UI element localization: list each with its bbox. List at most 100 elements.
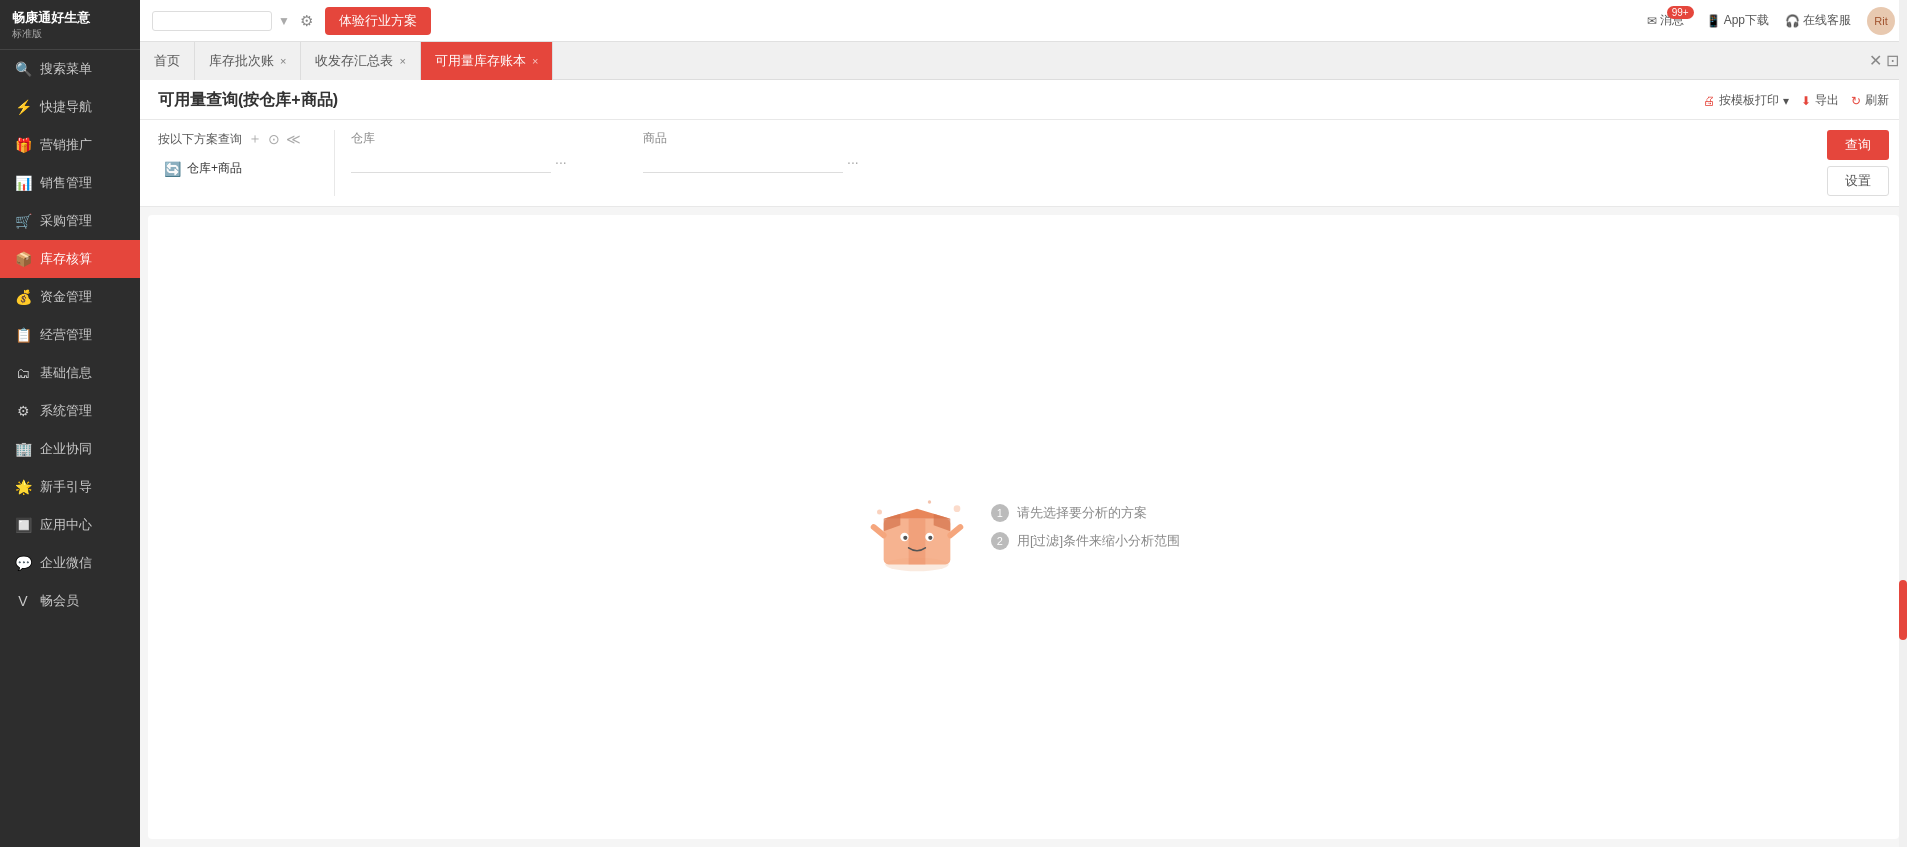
filter-scheme-panel: 按以下方案查询 ＋ ⊙ ≪ 🔄 仓库+商品 — [158, 130, 318, 181]
tabbar: 首页 库存批次账 × 收发存汇总表 × 可用量库存账本 × ✕ ⊡ — [140, 42, 1907, 80]
goods-input[interactable] — [643, 150, 843, 173]
topbar-exp-button[interactable]: 体验行业方案 — [325, 7, 431, 35]
service-label: 在线客服 — [1803, 12, 1851, 29]
tab-summary[interactable]: 收发存汇总表 × — [301, 42, 420, 80]
sidebar-icon-inventory: 📦 — [14, 251, 32, 267]
sidebar-icon-operations: 📋 — [14, 327, 32, 343]
tab-batch[interactable]: 库存批次账 × — [195, 42, 301, 80]
sidebar-item-appstore[interactable]: 🔲 应用中心 — [0, 506, 140, 544]
sidebar-item-marketing[interactable]: 🎁 营销推广 — [0, 126, 140, 164]
sidebar-label-sales: 销售管理 — [40, 174, 92, 192]
sidebar-item-funds[interactable]: 💰 资金管理 — [0, 278, 140, 316]
warehouse-input[interactable] — [351, 150, 551, 173]
sidebar-icon-marketing: 🎁 — [14, 137, 32, 153]
scheme-item-warehouse-goods[interactable]: 🔄 仓库+商品 — [158, 156, 318, 181]
filter-divider — [334, 130, 335, 196]
sidebar-icon-funds: 💰 — [14, 289, 32, 305]
empty-inner: 1 请先选择要分析的方案 2 用[过滤]条件来缩小分析范围 — [867, 477, 1180, 577]
sidebar-item-inventory[interactable]: 📦 库存核算 — [0, 240, 140, 278]
headset-icon: 🎧 — [1785, 14, 1800, 28]
user-avatar[interactable]: Rit — [1867, 7, 1895, 35]
topbar-app-download[interactable]: 📱 App下载 — [1706, 12, 1769, 29]
tab-available-close[interactable]: × — [532, 55, 538, 67]
tab-summary-close[interactable]: × — [399, 55, 405, 67]
right-scrollbar-track — [1899, 0, 1907, 847]
query-button[interactable]: 查询 — [1827, 130, 1889, 160]
scheme-item-icon: 🔄 — [164, 161, 181, 177]
svg-rect-5 — [909, 519, 926, 565]
sidebar-icon-system: ⚙ — [14, 403, 32, 419]
sidebar-label-wechat: 企业微信 — [40, 554, 92, 572]
collapse-scheme-icon[interactable]: ≪ — [286, 131, 301, 147]
filter-actions: 查询 设置 — [1827, 130, 1889, 196]
page-title: 可用量查询(按仓库+商品) — [158, 90, 338, 111]
sidebar-label-member: 畅会员 — [40, 592, 79, 610]
sidebar-icon-sales: 📊 — [14, 175, 32, 191]
print-dropdown-icon[interactable]: ▾ — [1783, 94, 1789, 108]
tabbar-expand-icon[interactable]: ⊡ — [1886, 51, 1899, 70]
export-button[interactable]: ⬇ 导出 — [1801, 92, 1839, 109]
filter-field-warehouse: 仓库 ··· — [351, 130, 631, 173]
tip-num-1: 1 — [991, 504, 1009, 522]
svg-point-13 — [954, 505, 961, 512]
sidebar-label-funds: 资金管理 — [40, 288, 92, 306]
tab-summary-label: 收发存汇总表 — [315, 52, 393, 70]
sidebar-label-operations: 经营管理 — [40, 326, 92, 344]
sidebar-item-member[interactable]: V 畅会员 — [0, 582, 140, 620]
tip-num-2: 2 — [991, 532, 1009, 550]
svg-line-11 — [950, 527, 960, 535]
settings-button[interactable]: 设置 — [1827, 166, 1889, 196]
empty-tip-1: 1 请先选择要分析的方案 — [991, 504, 1180, 522]
sidebar-item-quicknav[interactable]: ⚡ 快捷导航 — [0, 88, 140, 126]
goods-more-icon[interactable]: ··· — [847, 154, 859, 170]
tab-available-label: 可用量库存账本 — [435, 52, 526, 70]
sidebar-item-operations[interactable]: 📋 经营管理 — [0, 316, 140, 354]
export-icon: ⬇ — [1801, 94, 1811, 108]
sidebar-label-quicknav: 快捷导航 — [40, 98, 92, 116]
sidebar-item-search[interactable]: 🔍 搜索菜单 — [0, 50, 140, 88]
warehouse-more-icon[interactable]: ··· — [555, 154, 567, 170]
page-header: 可用量查询(按仓库+商品) 🖨 按模板打印 ▾ ⬇ 导出 ↻ 刷新 — [140, 80, 1907, 120]
scheme-item-label: 仓库+商品 — [187, 160, 242, 177]
sidebar-icon-appstore: 🔲 — [14, 517, 32, 533]
export-label: 导出 — [1815, 92, 1839, 109]
sidebar-label-purchase: 采购管理 — [40, 212, 92, 230]
tabbar-close-icon[interactable]: ✕ — [1869, 51, 1882, 70]
message-badge: 99+ — [1667, 6, 1694, 19]
tab-available[interactable]: 可用量库存账本 × — [421, 42, 553, 80]
sidebar-item-wechat[interactable]: 💬 企业微信 — [0, 544, 140, 582]
sidebar: 畅康通好生意 标准版 🔍 搜索菜单⚡ 快捷导航🎁 营销推广📊 销售管理🛒 采购管… — [0, 0, 140, 847]
sidebar-logo: 畅康通好生意 标准版 — [0, 0, 140, 50]
topbar-message[interactable]: ✉ 消息 99+ — [1647, 12, 1684, 29]
add-scheme-icon[interactable]: ＋ — [248, 130, 262, 148]
svg-line-10 — [874, 527, 884, 535]
logo-title: 畅康通好生意 — [12, 10, 128, 27]
tab-batch-close[interactable]: × — [280, 55, 286, 67]
sidebar-item-system[interactable]: ⚙ 系统管理 — [0, 392, 140, 430]
phone-icon: 📱 — [1706, 14, 1721, 28]
print-button[interactable]: 🖨 按模板打印 ▾ — [1703, 92, 1789, 109]
right-scrollbar-thumb[interactable] — [1899, 580, 1907, 640]
tab-home[interactable]: 首页 — [140, 42, 195, 80]
filter-bar: 按以下方案查询 ＋ ⊙ ≪ 🔄 仓库+商品 仓库 ··· — [140, 120, 1907, 207]
logo-subtitle: 标准版 — [12, 27, 128, 41]
topbar-search-input[interactable] — [152, 11, 272, 31]
sidebar-item-newbie[interactable]: 🌟 新手引导 — [0, 468, 140, 506]
topbar: ▼ ⚙ 体验行业方案 ✉ 消息 99+ 📱 App下载 🎧 在线客服 Rit — [140, 0, 1907, 42]
sidebar-icon-newbie: 🌟 — [14, 479, 32, 495]
sidebar-icon-wechat: 💬 — [14, 555, 32, 571]
sidebar-item-purchase[interactable]: 🛒 采购管理 — [0, 202, 140, 240]
sidebar-label-newbie: 新手引导 — [40, 478, 92, 496]
topbar-gear-icon[interactable]: ⚙ — [300, 12, 313, 30]
settings-scheme-icon[interactable]: ⊙ — [268, 131, 280, 147]
goods-field-row: ··· — [643, 150, 923, 173]
empty-tips: 1 请先选择要分析的方案 2 用[过滤]条件来缩小分析范围 — [991, 504, 1180, 550]
tip-text-2: 用[过滤]条件来缩小分析范围 — [1017, 532, 1180, 550]
sidebar-icon-basics: 🗂 — [14, 365, 32, 381]
sidebar-item-enterprise[interactable]: 🏢 企业协同 — [0, 430, 140, 468]
sidebar-item-basics[interactable]: 🗂 基础信息 — [0, 354, 140, 392]
topbar-service[interactable]: 🎧 在线客服 — [1785, 12, 1851, 29]
empty-tip-2: 2 用[过滤]条件来缩小分析范围 — [991, 532, 1180, 550]
refresh-button[interactable]: ↻ 刷新 — [1851, 92, 1889, 109]
sidebar-item-sales[interactable]: 📊 销售管理 — [0, 164, 140, 202]
